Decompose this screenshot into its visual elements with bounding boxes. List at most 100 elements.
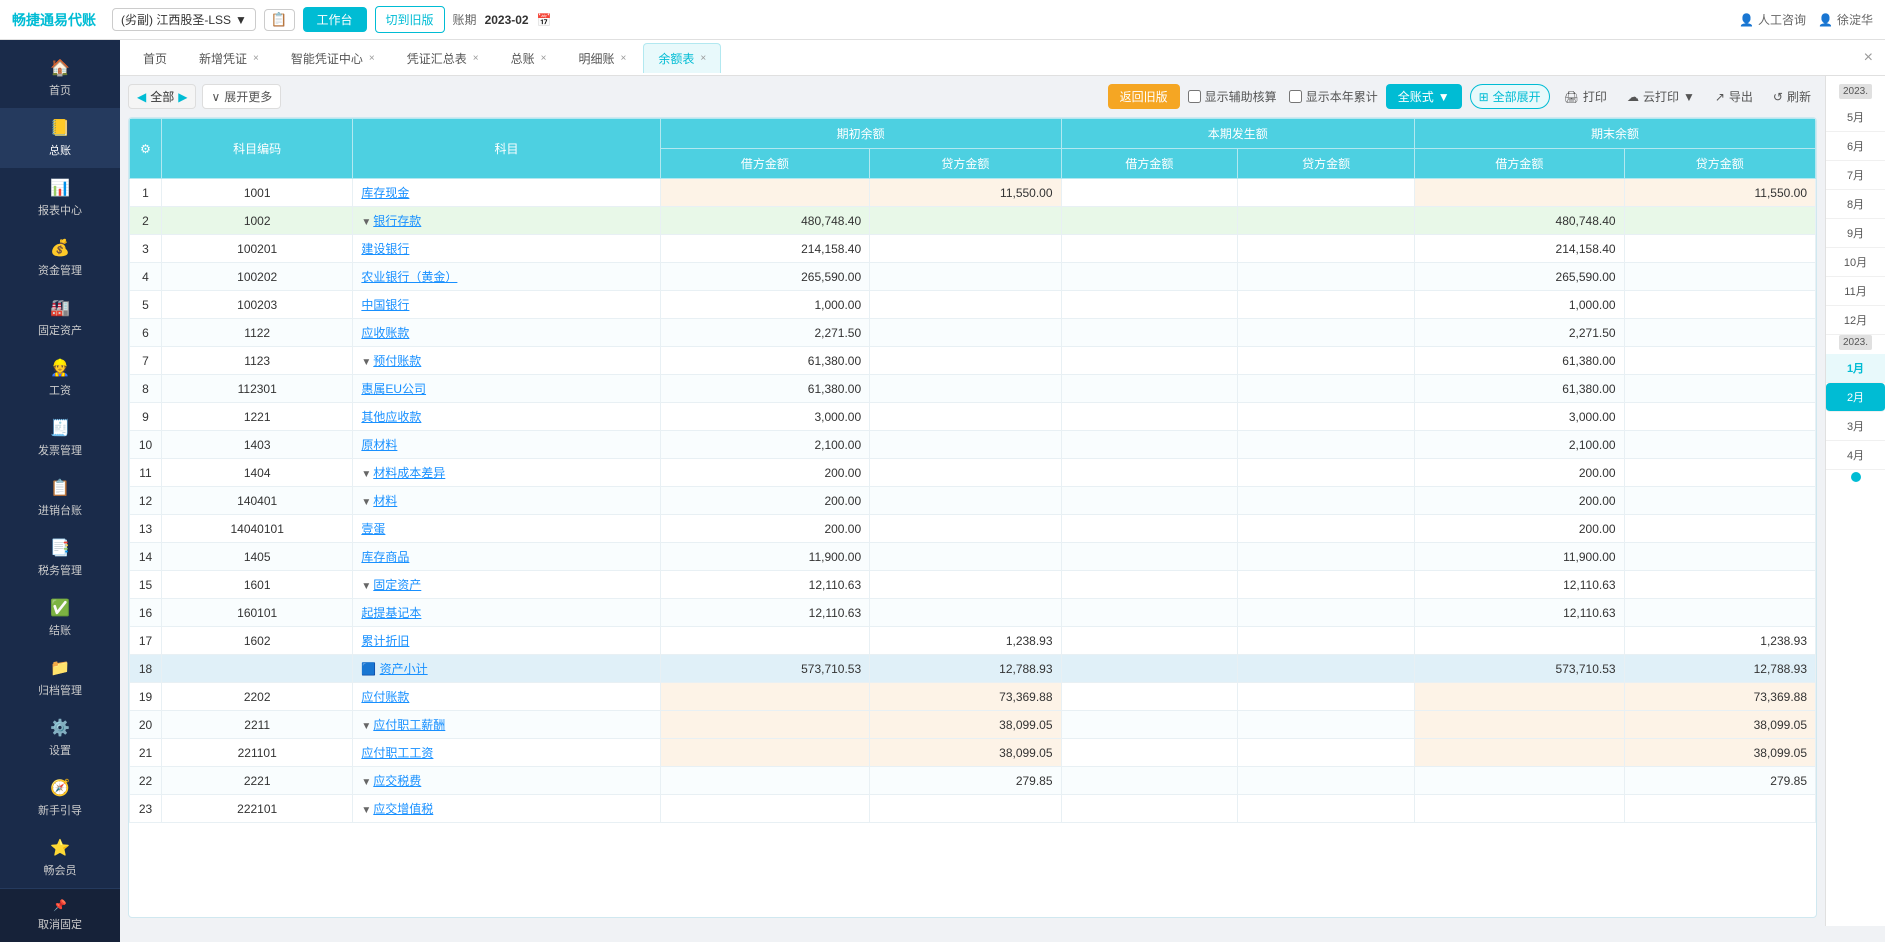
refresh-button[interactable]: ↺ 刷新 [1767, 85, 1817, 108]
company-selector[interactable]: (劣副) 江西股圣-LSS ▼ [112, 8, 256, 31]
row-name[interactable]: 壹蛋 [353, 515, 660, 543]
show-aux-checkbox[interactable] [1188, 90, 1201, 103]
row-name[interactable]: ▼预付账款 [353, 347, 660, 375]
subject-link[interactable]: 累计折旧 [361, 634, 409, 648]
month-2[interactable]: 2月 [1826, 383, 1885, 412]
subject-link[interactable]: 应付职工工资 [361, 746, 433, 760]
row-name[interactable]: ▼材料 [353, 487, 660, 515]
month-11[interactable]: 11月 [1826, 277, 1885, 306]
tab-balance[interactable]: 余额表 × [643, 43, 721, 73]
tab-smart-verify-close[interactable]: × [369, 53, 375, 64]
sidebar-item-fixed[interactable]: 🏭 固定资产 [0, 288, 120, 348]
tab-general-ledger[interactable]: 总账 × [496, 43, 562, 73]
row-name[interactable]: ▼银行存款 [353, 207, 660, 235]
old-version-button[interactable]: 切到旧版 [375, 6, 445, 33]
row-name[interactable]: 累计折旧 [353, 627, 660, 655]
copy-button[interactable]: 📋 [264, 9, 295, 31]
subject-link[interactable]: 应收账款 [361, 326, 409, 340]
subject-link[interactable]: 应交税费 [373, 774, 421, 788]
subject-link[interactable]: 壹蛋 [361, 522, 385, 536]
subject-link[interactable]: 材料 [373, 494, 397, 508]
row-name[interactable]: 惠属EU公司 [353, 375, 660, 403]
subject-link[interactable]: 固定资产 [373, 578, 421, 592]
sidebar-item-sales[interactable]: 📋 进销台账 [0, 468, 120, 528]
subject-link[interactable]: 应交增值税 [373, 802, 433, 816]
filter-all-tag[interactable]: ◀ 全部 ▶ [128, 84, 196, 109]
print-button[interactable]: 🖨 打印 [1558, 85, 1613, 108]
tab-home[interactable]: 首页 [128, 43, 182, 73]
full-style-button[interactable]: 全账式 ▼ [1386, 84, 1462, 109]
subject-link[interactable]: 预付账款 [373, 354, 421, 368]
tab-general-ledger-close[interactable]: × [541, 53, 547, 64]
sidebar-item-assets[interactable]: 💰 资金管理 [0, 228, 120, 288]
filter-arrow-right[interactable]: ▶ [178, 90, 187, 104]
filter-arrow-left[interactable]: ◀ [137, 90, 146, 104]
sidebar-item-invoice[interactable]: 🧾 发票管理 [0, 408, 120, 468]
tab-voucher-summary[interactable]: 凭证汇总表 × [392, 43, 494, 73]
show-ytd-checkbox[interactable] [1289, 90, 1302, 103]
row-name[interactable]: 应付账款 [353, 683, 660, 711]
row-name[interactable]: ▼应付职工薪酬 [353, 711, 660, 739]
sidebar-item-settings[interactable]: ⚙️ 设置 [0, 708, 120, 768]
row-name[interactable]: 应收账款 [353, 319, 660, 347]
tab-balance-close[interactable]: × [700, 53, 706, 64]
subject-link[interactable]: 库存商品 [361, 550, 409, 564]
cloud-print-button[interactable]: ☁ 云打印 ▼ [1621, 85, 1701, 108]
user-service-link[interactable]: 👤 人工咨询 [1739, 11, 1806, 28]
month-12[interactable]: 12月 [1826, 306, 1885, 335]
row-name[interactable]: 农业银行（黄金） [353, 263, 660, 291]
sidebar-item-tax[interactable]: 📑 税务管理 [0, 528, 120, 588]
return-old-button[interactable]: 返回旧版 [1108, 84, 1180, 109]
row-name[interactable]: 起提基记本 [353, 599, 660, 627]
sidebar-item-ledger[interactable]: 📒 总账 [0, 108, 120, 168]
show-aux-check[interactable]: 显示辅助核算 [1188, 88, 1277, 105]
expand-more-button[interactable]: ∨ 展开更多 [202, 84, 281, 109]
row-name[interactable]: 其他应收款 [353, 403, 660, 431]
row-name[interactable]: ▼材料成本差异 [353, 459, 660, 487]
sidebar-item-member[interactable]: ⭐ 畅会员 [0, 828, 120, 888]
month-1[interactable]: 1月 [1826, 354, 1885, 383]
row-name[interactable]: ▼应交增值税 [353, 795, 660, 823]
tab-detail-ledger-close[interactable]: × [620, 53, 626, 64]
workbench-button[interactable]: 工作台 [303, 7, 367, 32]
tab-detail-ledger[interactable]: 明细账 × [563, 43, 641, 73]
sidebar-item-guide[interactable]: 🧭 新手引导 [0, 768, 120, 828]
row-name[interactable]: 库存现金 [353, 179, 660, 207]
month-3[interactable]: 3月 [1826, 412, 1885, 441]
month-10[interactable]: 10月 [1826, 248, 1885, 277]
row-name[interactable]: 🟦 资产小计 [353, 655, 660, 683]
subject-link[interactable]: 库存现金 [361, 186, 409, 200]
unpin-button[interactable]: 📌 取消固定 [0, 888, 120, 942]
subject-link[interactable]: 惠属EU公司 [361, 382, 426, 396]
settings-col-header[interactable]: ⚙ [130, 119, 162, 179]
tab-bar-close-button[interactable]: × [1860, 49, 1877, 67]
month-9[interactable]: 9月 [1826, 219, 1885, 248]
tab-new-voucher[interactable]: 新增凭证 × [184, 43, 274, 73]
row-name[interactable]: ▼固定资产 [353, 571, 660, 599]
subject-link[interactable]: 其他应收款 [361, 410, 421, 424]
row-name[interactable]: 建设银行 [353, 235, 660, 263]
row-name[interactable]: 库存商品 [353, 543, 660, 571]
tab-voucher-summary-close[interactable]: × [473, 53, 479, 64]
subject-link[interactable]: 农业银行（黄金） [361, 270, 457, 284]
show-ytd-check[interactable]: 显示本年累计 [1289, 88, 1378, 105]
toggle-expand-button[interactable]: ⊞ 全部展开 [1470, 84, 1550, 109]
sidebar-item-hr[interactable]: 👷 工资 [0, 348, 120, 408]
tab-new-voucher-close[interactable]: × [253, 53, 259, 64]
subject-link[interactable]: 材料成本差异 [373, 466, 445, 480]
sidebar-item-archive[interactable]: 📁 归档管理 [0, 648, 120, 708]
row-name[interactable]: 原材料 [353, 431, 660, 459]
tab-smart-verify[interactable]: 智能凭证中心 × [276, 43, 390, 73]
row-name[interactable]: 应付职工工资 [353, 739, 660, 767]
month-6[interactable]: 6月 [1826, 132, 1885, 161]
row-name[interactable]: ▼应交税费 [353, 767, 660, 795]
sidebar-item-home[interactable]: 🏠 首页 [0, 48, 120, 108]
row-name[interactable]: 中国银行 [353, 291, 660, 319]
sidebar-item-settlement[interactable]: ✅ 结账 [0, 588, 120, 648]
subject-link[interactable]: 原材料 [361, 438, 397, 452]
month-4[interactable]: 4月 [1826, 441, 1885, 470]
subject-link[interactable]: 应付职工薪酬 [373, 718, 445, 732]
user-profile[interactable]: 👤 徐淀华 [1818, 11, 1873, 28]
subject-link[interactable]: 银行存款 [373, 214, 421, 228]
subject-link[interactable]: 资产小计 [380, 662, 428, 676]
